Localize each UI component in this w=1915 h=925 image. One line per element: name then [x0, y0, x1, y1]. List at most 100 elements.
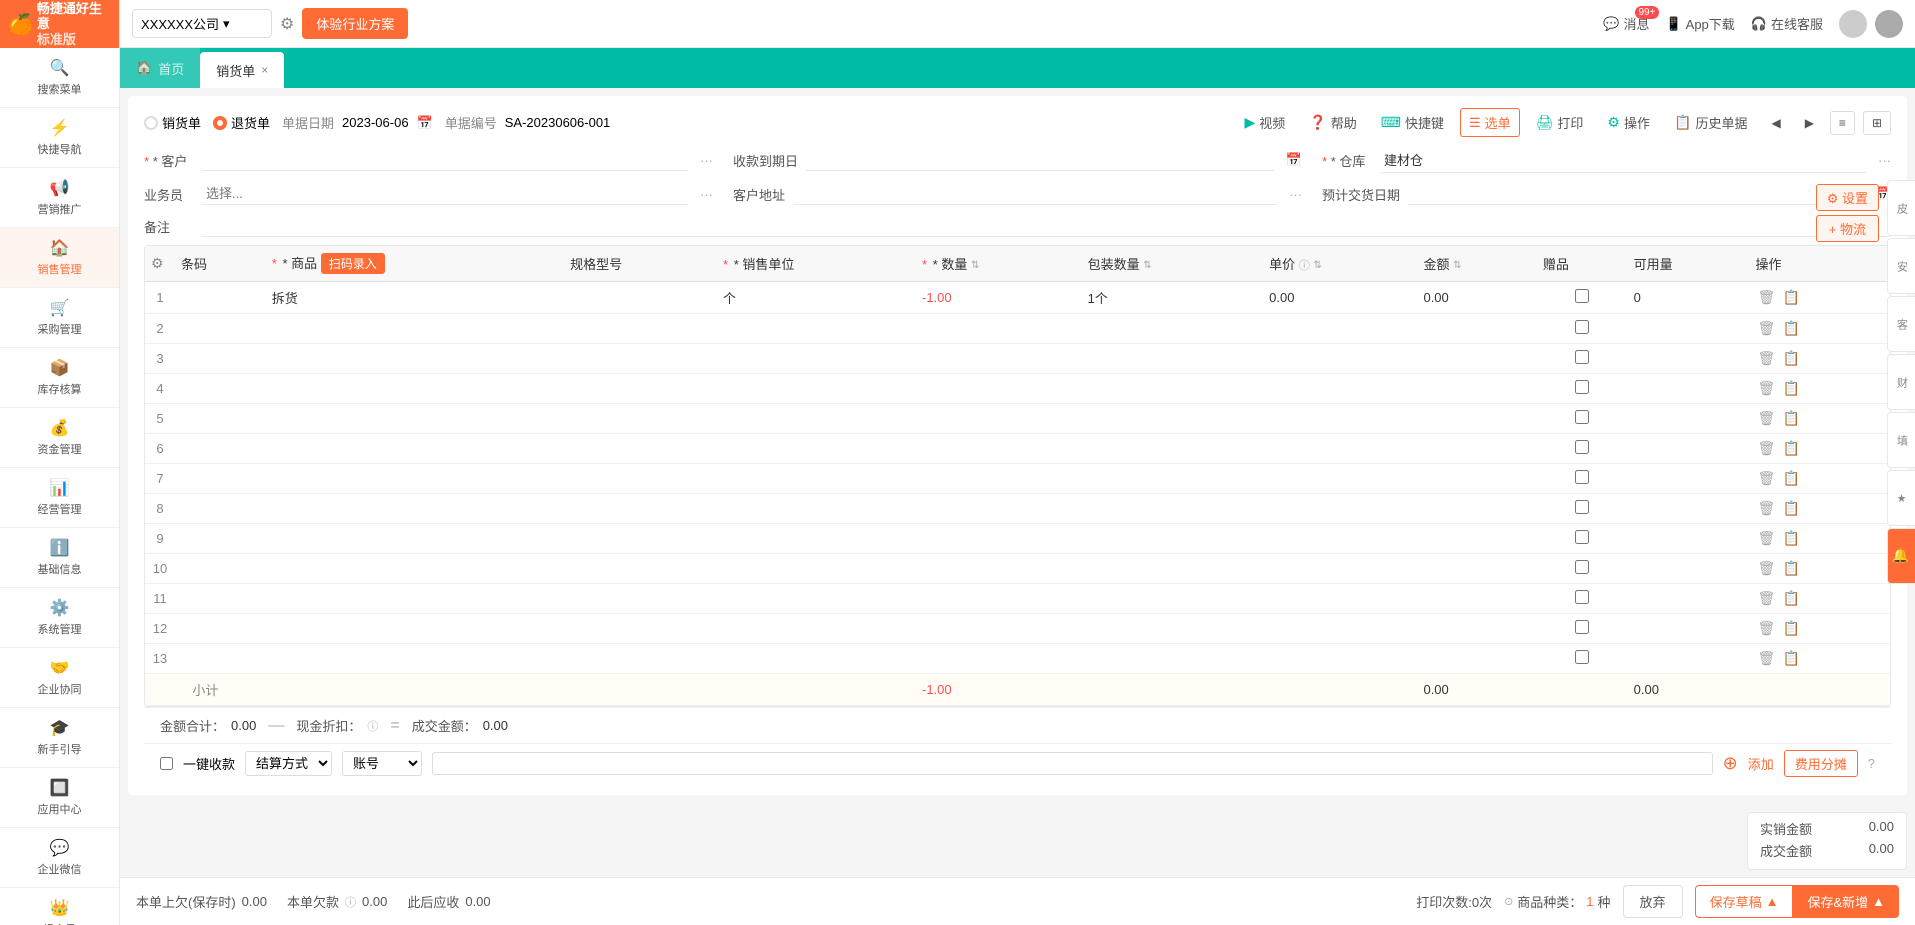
row-barcode-1[interactable] — [175, 314, 266, 344]
row-gift-12[interactable] — [1537, 644, 1628, 674]
payment-account-select[interactable]: 账号 — [342, 751, 422, 776]
row-pkg-qty-7[interactable] — [1082, 494, 1264, 524]
radio-sales[interactable]: 销货单 — [144, 113, 201, 132]
row-delete-icon-4[interactable]: 🗑 — [1757, 410, 1775, 426]
row-spec-0[interactable] — [564, 282, 717, 314]
row-barcode-12[interactable] — [175, 644, 266, 674]
sidebar-item-9[interactable]: ⚙️ 系统管理 — [0, 588, 119, 648]
next-btn[interactable]: ▶ — [1797, 112, 1822, 134]
row-delete-icon-0[interactable]: 🗑 — [1757, 289, 1775, 305]
row-delete-icon-6[interactable]: 🗑 — [1757, 470, 1775, 486]
row-qty-10[interactable] — [916, 584, 1082, 614]
row-gift-9[interactable] — [1537, 554, 1628, 584]
row-goods-4[interactable] — [266, 404, 564, 434]
row-qty-5[interactable] — [916, 434, 1082, 464]
remark-input[interactable] — [202, 215, 1891, 237]
row-gift-8[interactable] — [1537, 524, 1628, 554]
row-pkg-qty-12[interactable] — [1082, 644, 1264, 674]
row-barcode-0[interactable] — [175, 282, 266, 314]
row-qty-0[interactable]: -1.00 — [916, 282, 1082, 314]
row-pkg-qty-6[interactable] — [1082, 464, 1264, 494]
row-delete-icon-1[interactable]: 🗑 — [1757, 320, 1775, 336]
row-amount-11[interactable] — [1417, 614, 1536, 644]
payment-method-select[interactable]: 结算方式 — [245, 751, 332, 776]
row-pkg-qty-8[interactable] — [1082, 524, 1264, 554]
side-btn-skin[interactable]: 皮 — [1887, 180, 1915, 236]
row-unit-price-5[interactable] — [1263, 434, 1417, 464]
row-qty-9[interactable] — [916, 554, 1082, 584]
row-goods-0[interactable]: 拆货 — [266, 282, 564, 314]
trial-button[interactable]: 体验行业方案 — [302, 8, 408, 39]
row-gift-10[interactable] — [1537, 584, 1628, 614]
sidebar-item-8[interactable]: ℹ️ 基础信息 — [0, 528, 119, 588]
row-unit-1[interactable] — [717, 314, 916, 344]
row-copy-icon-6[interactable]: 📋 — [1783, 470, 1800, 486]
row-barcode-9[interactable] — [175, 554, 266, 584]
row-unit-price-3[interactable] — [1263, 374, 1417, 404]
row-unit-9[interactable] — [717, 554, 916, 584]
row-qty-1[interactable] — [916, 314, 1082, 344]
row-pkg-qty-11[interactable] — [1082, 614, 1264, 644]
row-amount-10[interactable] — [1417, 584, 1536, 614]
row-amount-0[interactable]: 0.00 — [1417, 282, 1536, 314]
user-avatar[interactable] — [1839, 10, 1867, 38]
row-gift-0[interactable] — [1537, 282, 1628, 314]
salesperson-more-icon[interactable]: ··· — [700, 187, 713, 202]
row-goods-11[interactable] — [266, 614, 564, 644]
row-barcode-7[interactable] — [175, 494, 266, 524]
sidebar-item-5[interactable]: 📦 库存核算 — [0, 348, 119, 408]
layout2-btn[interactable]: ⊞ — [1863, 111, 1891, 135]
row-unit-price-4[interactable] — [1263, 404, 1417, 434]
row-spec-1[interactable] — [564, 314, 717, 344]
row-spec-3[interactable] — [564, 374, 717, 404]
row-barcode-11[interactable] — [175, 614, 266, 644]
row-delete-icon-5[interactable]: 🗑 — [1757, 440, 1775, 456]
row-amount-12[interactable] — [1417, 644, 1536, 674]
side-btn-customer[interactable]: 客 — [1887, 296, 1915, 352]
row-copy-icon-0[interactable]: 📋 — [1783, 289, 1800, 305]
row-qty-4[interactable] — [916, 404, 1082, 434]
row-spec-5[interactable] — [564, 434, 717, 464]
row-gift-7[interactable] — [1537, 494, 1628, 524]
row-barcode-2[interactable] — [175, 344, 266, 374]
row-qty-6[interactable] — [916, 464, 1082, 494]
add-payment-icon[interactable]: ⊕ — [1723, 753, 1738, 774]
user-avatar-2[interactable] — [1875, 10, 1903, 38]
expense-split-btn[interactable]: 费用分摊 — [1784, 750, 1858, 777]
row-copy-icon-5[interactable]: 📋 — [1783, 440, 1800, 456]
sidebar-item-0[interactable]: 🔍 搜索菜单 — [0, 48, 119, 108]
row-qty-7[interactable] — [916, 494, 1082, 524]
row-qty-8[interactable] — [916, 524, 1082, 554]
row-copy-icon-3[interactable]: 📋 — [1783, 380, 1800, 396]
message-button[interactable]: 💬 消息 99+ — [1603, 14, 1649, 33]
warehouse-more-icon[interactable]: ··· — [1878, 153, 1891, 168]
row-delete-icon-7[interactable]: 🗑 — [1757, 500, 1775, 516]
row-unit-price-9[interactable] — [1263, 554, 1417, 584]
address-more-icon[interactable]: ··· — [1289, 187, 1302, 202]
row-copy-icon-8[interactable]: 📋 — [1783, 530, 1800, 546]
row-amount-1[interactable] — [1417, 314, 1536, 344]
row-amount-9[interactable] — [1417, 554, 1536, 584]
sidebar-item-11[interactable]: 🎓 新手引导 — [0, 708, 119, 768]
row-unit-3[interactable] — [717, 374, 916, 404]
side-btn-orange[interactable]: 🔔 — [1887, 528, 1915, 584]
row-amount-6[interactable] — [1417, 464, 1536, 494]
row-barcode-6[interactable] — [175, 464, 266, 494]
row-spec-4[interactable] — [564, 404, 717, 434]
row-delete-icon-9[interactable]: 🗑 — [1757, 560, 1775, 576]
row-unit-5[interactable] — [717, 434, 916, 464]
payment-amount-input[interactable] — [432, 752, 1713, 775]
side-btn-fill[interactable]: 填 — [1887, 412, 1915, 468]
tab-sales-order[interactable]: 销货单 × — [200, 52, 284, 88]
row-gift-5[interactable] — [1537, 434, 1628, 464]
settings-form-btn[interactable]: ⚙ 设置 — [1816, 184, 1879, 211]
row-goods-5[interactable] — [266, 434, 564, 464]
row-barcode-3[interactable] — [175, 374, 266, 404]
row-delete-icon-11[interactable]: 🗑 — [1757, 620, 1775, 636]
row-pkg-qty-3[interactable] — [1082, 374, 1264, 404]
tab-home[interactable]: 🏠 首页 — [120, 48, 200, 88]
row-pkg-qty-4[interactable] — [1082, 404, 1264, 434]
row-unit-6[interactable] — [717, 464, 916, 494]
row-goods-8[interactable] — [266, 524, 564, 554]
row-unit-4[interactable] — [717, 404, 916, 434]
